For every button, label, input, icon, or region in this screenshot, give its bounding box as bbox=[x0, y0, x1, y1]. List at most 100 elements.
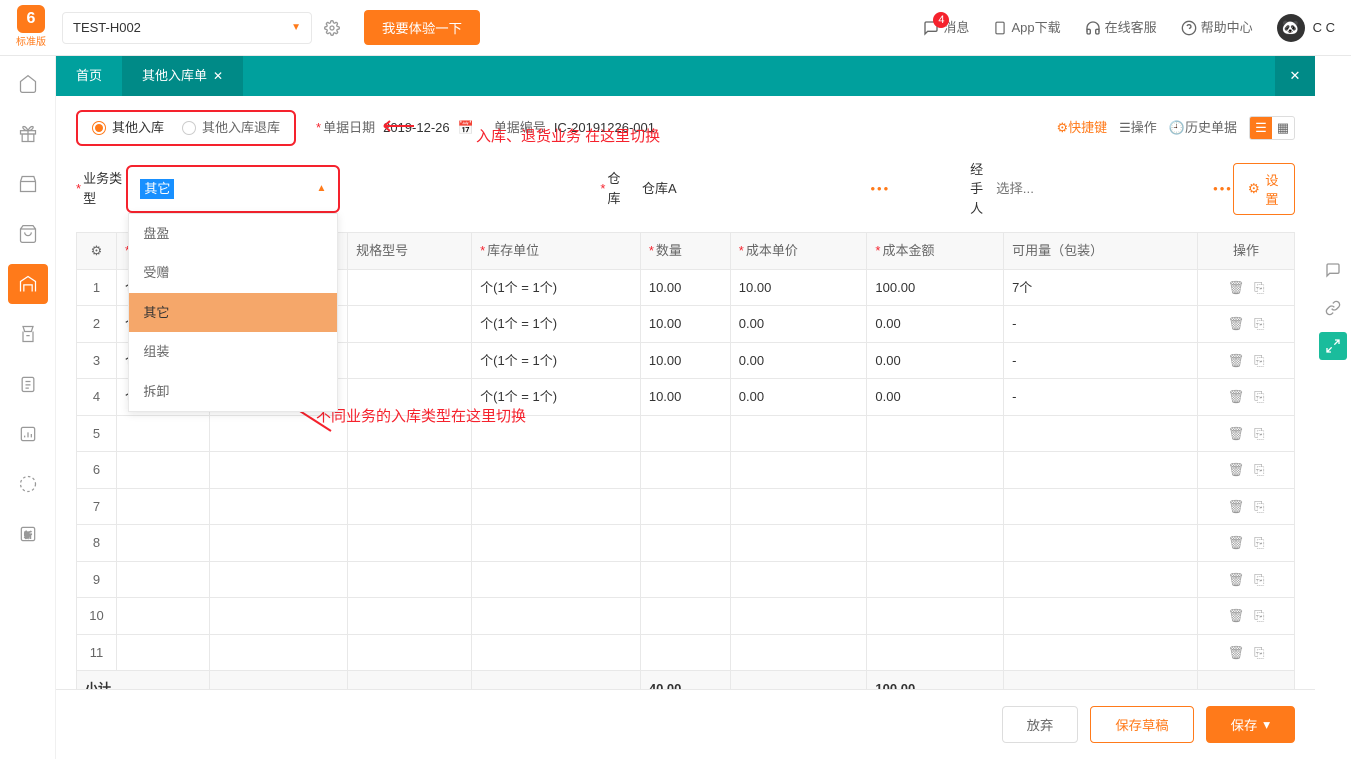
delete-icon[interactable]: 🗑 bbox=[1228, 643, 1245, 663]
nav-money-icon[interactable] bbox=[8, 314, 48, 354]
logo-icon: 6 bbox=[17, 5, 45, 33]
save-draft-button[interactable]: 保存草稿 bbox=[1090, 706, 1193, 743]
sidebar: 新 bbox=[0, 56, 56, 759]
biz-option-3[interactable]: 组装 bbox=[129, 332, 337, 372]
table-row[interactable]: 5🗑⎘ bbox=[77, 415, 1295, 452]
nav-home-icon[interactable] bbox=[8, 64, 48, 104]
nav-sync-icon[interactable] bbox=[8, 464, 48, 504]
biz-type-value: 其它 bbox=[140, 179, 174, 199]
nav-new-icon[interactable]: 新 bbox=[8, 514, 48, 554]
discard-button[interactable]: 放弃 bbox=[1002, 706, 1079, 743]
save-button[interactable]: 保存 ▾ bbox=[1206, 706, 1295, 743]
nav-bag-icon[interactable] bbox=[8, 214, 48, 254]
view-list-icon[interactable]: ☰ bbox=[1250, 117, 1272, 139]
doc-no-label: 单据编号 bbox=[494, 118, 546, 138]
settings-button[interactable]: ⚙ 设置 bbox=[1233, 163, 1295, 215]
help-label: 帮助中心 bbox=[1201, 18, 1253, 38]
nav-report-icon[interactable] bbox=[8, 414, 48, 454]
top-bar: 6 标准版 TEST-H002 ▼ 我要体验一下 消息 4 App下载 在线客服… bbox=[0, 0, 1351, 56]
delete-icon[interactable]: 🗑 bbox=[1228, 497, 1245, 517]
chevron-down-icon: ▼ bbox=[291, 20, 301, 35]
messages-link[interactable]: 消息 4 bbox=[923, 18, 969, 38]
handler-label: 经手人 bbox=[970, 160, 986, 219]
shortcut-link[interactable]: ⚙ 快捷键 bbox=[1056, 118, 1107, 138]
username: C C bbox=[1313, 18, 1335, 38]
delete-icon[interactable]: 🗑 bbox=[1228, 533, 1245, 553]
biz-type-label: 业务类型 bbox=[83, 169, 122, 208]
delete-icon[interactable]: 🗑 bbox=[1228, 278, 1245, 298]
table-settings-icon[interactable]: ⚙ bbox=[77, 233, 117, 270]
copy-icon[interactable]: ⎘ bbox=[1254, 424, 1264, 444]
radio-other-inbound[interactable]: 其他入库 bbox=[92, 118, 164, 138]
copy-icon[interactable]: ⎘ bbox=[1254, 460, 1264, 480]
customer-service-link[interactable]: 在线客服 bbox=[1085, 18, 1157, 38]
tab-other-inbound[interactable]: 其他入库单 ✕ bbox=[122, 56, 243, 96]
tab-home[interactable]: 首页 bbox=[56, 56, 122, 96]
copy-icon[interactable]: ⎘ bbox=[1254, 351, 1264, 371]
trial-button[interactable]: 我要体验一下 bbox=[364, 10, 480, 45]
biz-option-4[interactable]: 拆卸 bbox=[129, 372, 337, 412]
chevron-up-icon: ▲ bbox=[316, 181, 326, 196]
table-row[interactable]: 7🗑⎘ bbox=[77, 488, 1295, 525]
biz-type-dropdown: 盘盈 受赠 其它 组装 拆卸 bbox=[128, 213, 338, 413]
avatar[interactable]: 🐼 bbox=[1277, 14, 1305, 42]
table-row[interactable]: 6🗑⎘ bbox=[77, 452, 1295, 489]
history-link[interactable]: 🕘 历史单据 bbox=[1169, 118, 1237, 138]
rail-link-icon[interactable] bbox=[1319, 294, 1347, 322]
date-value[interactable]: 2019-12-26 bbox=[383, 118, 450, 138]
delete-icon[interactable]: 🗑 bbox=[1228, 387, 1245, 407]
delete-icon[interactable]: 🗑 bbox=[1228, 314, 1245, 334]
app-download-link[interactable]: App下载 bbox=[993, 18, 1060, 38]
table-row[interactable]: 10🗑⎘ bbox=[77, 598, 1295, 635]
radio-other-inbound-return[interactable]: 其他入库退库 bbox=[182, 118, 280, 138]
copy-icon[interactable]: ⎘ bbox=[1254, 314, 1264, 334]
nav-gift-icon[interactable] bbox=[8, 114, 48, 154]
doc-no-value: IC-20191226-001 bbox=[554, 118, 655, 138]
biz-option-2[interactable]: 其它 bbox=[129, 293, 337, 333]
copy-icon[interactable]: ⎘ bbox=[1254, 533, 1264, 553]
warehouse-more-icon[interactable]: ••• bbox=[870, 179, 890, 199]
subtotal-row: 小计 40.00 100.00 bbox=[77, 671, 1295, 690]
delete-icon[interactable]: 🗑 bbox=[1228, 424, 1245, 444]
nav-clipboard-icon[interactable] bbox=[8, 364, 48, 404]
copy-icon[interactable]: ⎘ bbox=[1254, 278, 1264, 298]
copy-icon[interactable]: ⎘ bbox=[1254, 497, 1264, 517]
close-all-tabs[interactable]: ✕ bbox=[1275, 56, 1315, 96]
handler-input[interactable] bbox=[996, 181, 1173, 196]
copy-icon[interactable]: ⎘ bbox=[1254, 570, 1264, 590]
biz-option-0[interactable]: 盘盈 bbox=[129, 214, 337, 254]
close-icon[interactable]: ✕ bbox=[213, 67, 223, 85]
table-row[interactable]: 8🗑⎘ bbox=[77, 525, 1295, 562]
nav-warehouse-icon[interactable] bbox=[8, 264, 48, 304]
nav-store-icon[interactable] bbox=[8, 164, 48, 204]
delete-icon[interactable]: 🗑 bbox=[1228, 460, 1245, 480]
delete-icon[interactable]: 🗑 bbox=[1228, 351, 1245, 371]
warehouse-label: 仓库 bbox=[607, 169, 632, 208]
delete-icon[interactable]: 🗑 bbox=[1228, 570, 1245, 590]
tenant-dropdown[interactable]: TEST-H002 ▼ bbox=[62, 12, 312, 44]
view-grid-icon[interactable]: ▦ bbox=[1272, 117, 1294, 139]
logo: 6 标准版 bbox=[16, 5, 46, 50]
biz-type-select[interactable]: 其它 ▲ bbox=[128, 173, 338, 205]
rail-expand-icon[interactable] bbox=[1319, 332, 1347, 360]
operate-link[interactable]: ☰ 操作 bbox=[1119, 118, 1157, 138]
delete-icon[interactable]: 🗑 bbox=[1228, 606, 1245, 626]
help-center-link[interactable]: 帮助中心 bbox=[1181, 18, 1253, 38]
copy-icon[interactable]: ⎘ bbox=[1254, 387, 1264, 407]
settings-gear-icon[interactable] bbox=[320, 16, 344, 40]
tenant-value: TEST-H002 bbox=[73, 18, 141, 38]
tab-bar: 首页 其他入库单 ✕ ✕ bbox=[56, 56, 1315, 96]
table-row[interactable]: 11🗑⎘ bbox=[77, 634, 1295, 671]
calendar-icon[interactable]: 📅 bbox=[458, 118, 474, 138]
view-toggle: ☰ ▦ bbox=[1249, 116, 1295, 140]
copy-icon[interactable]: ⎘ bbox=[1254, 606, 1264, 626]
copy-icon[interactable]: ⎘ bbox=[1254, 643, 1264, 663]
rail-chat-icon[interactable] bbox=[1319, 256, 1347, 284]
biz-option-1[interactable]: 受赠 bbox=[129, 253, 337, 293]
warehouse-value[interactable]: 仓库A bbox=[642, 179, 831, 199]
svg-text:新: 新 bbox=[24, 529, 32, 539]
table-row[interactable]: 9🗑⎘ bbox=[77, 561, 1295, 598]
chevron-down-icon: ▾ bbox=[1263, 717, 1270, 733]
handler-more-icon[interactable]: ••• bbox=[1213, 179, 1233, 199]
date-label: 单据日期 bbox=[323, 118, 375, 138]
